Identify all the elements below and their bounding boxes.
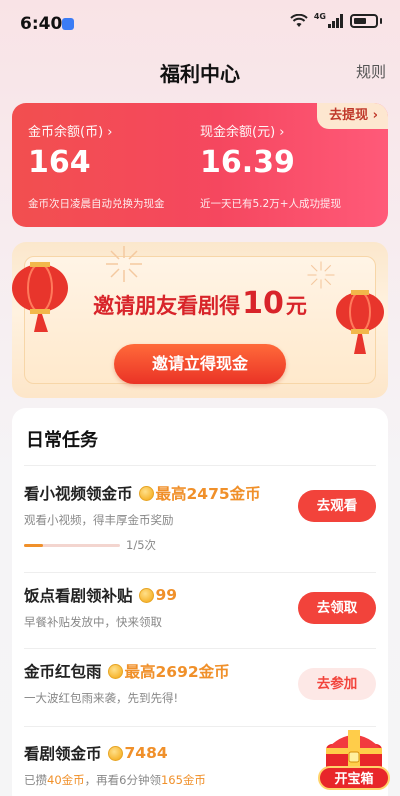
watch-button[interactable]: 去观看 [298, 490, 376, 522]
task-description-mid: ，再看6分钟领 [84, 773, 161, 787]
task-progress-text: 1/5次 [126, 538, 157, 552]
app-notification-icon [62, 18, 74, 30]
withdraw-button[interactable]: 去提现 › [317, 103, 388, 129]
firework-icon [106, 246, 142, 282]
coin-balance-label[interactable]: 金币余额(币) › [28, 121, 113, 140]
open-chest-button[interactable]: 开宝箱 [318, 766, 390, 790]
balance-card: 去提现 › 金币余额(币) › 164 金币次日凌晨自动兑换为现金 现金余额(元… [12, 103, 388, 227]
task-title-row: 金币红包雨 最高2692金币 [24, 660, 230, 682]
task-description: 观看小视频，得丰厚金币奖励 [24, 513, 174, 527]
claim-button[interactable]: 去领取 [298, 592, 376, 624]
battery-icon [350, 14, 378, 28]
task-title: 看剧领金币 [24, 745, 102, 763]
task-next-reward: 165金币 [160, 773, 206, 787]
task-description: 已攒40金币，再看6分钟领165金币 [24, 772, 206, 788]
task-title: 饭点看剧领补贴 [24, 587, 133, 605]
page-title: 福利中心 [160, 62, 240, 86]
chevron-right-icon: › [279, 125, 285, 140]
task-title-row: 饭点看剧领补贴 99 [24, 584, 177, 606]
chevron-right-icon: › [372, 108, 378, 123]
wifi-icon [290, 14, 308, 27]
signal-icon [328, 14, 343, 28]
task-reward: 最高2475金币 [155, 485, 261, 503]
task-description: 早餐补贴发放中，快来领取 [24, 615, 162, 629]
invite-headline-text: 邀请朋友看剧得 [93, 294, 241, 318]
status-time: 6:40 [20, 14, 63, 34]
task-title: 金币红包雨 [24, 663, 102, 681]
task-title-row: 看剧领金币 7484 [24, 742, 168, 764]
invite-headline-unit: 元 [285, 294, 307, 318]
invite-banner[interactable]: 邀请朋友看剧得10元 邀请立得现金 [12, 242, 388, 398]
daily-tasks-title: 日常任务 [26, 430, 98, 451]
task-reward: 99 [155, 586, 178, 604]
network-type: 4G [313, 11, 326, 21]
coin-balance-note: 金币次日凌晨自动兑换为现金 [28, 198, 165, 210]
task-reward: 最高2692金币 [124, 663, 230, 681]
task-reward: 7484 [124, 744, 168, 762]
coin-icon [107, 745, 123, 761]
coin-icon [138, 485, 154, 501]
cash-balance-value: 16.39 [200, 145, 295, 180]
coin-balance-label-text: 金币余额(币) [28, 125, 104, 140]
task-progress-bar [24, 544, 120, 547]
coin-balance-value: 164 [28, 145, 91, 180]
invite-headline: 邀请朋友看剧得10元 [12, 286, 388, 321]
coin-icon [107, 663, 123, 679]
task-description-prefix: 已攒 [24, 773, 47, 787]
chevron-right-icon: › [107, 125, 113, 140]
join-button[interactable]: 去参加 [298, 668, 376, 700]
task-description: 一大波红包雨来袭，先到先得! [24, 691, 179, 705]
cash-balance-note: 近一天已有5.2万+人成功提现 [200, 198, 341, 210]
task-progress-fill [24, 544, 44, 547]
rules-link[interactable]: 规则 [356, 61, 386, 82]
task-title-row: 看小视频领金币 最高2475金币 [24, 482, 261, 504]
cash-balance-label-text: 现金余额(元) [200, 125, 276, 140]
invite-headline-amount: 10 [242, 286, 284, 321]
task-item: 看小视频领金币 最高2475金币 观看小视频，得丰厚金币奖励 去观看 1/5次 [12, 466, 388, 572]
invite-cash-button[interactable]: 邀请立得现金 [114, 344, 286, 384]
task-saved-coins: 40金币 [47, 773, 85, 787]
status-indicators: 4G [290, 11, 382, 28]
task-title: 看小视频领金币 [24, 485, 133, 503]
battery-tip [380, 18, 382, 24]
withdraw-label: 去提现 [329, 108, 369, 123]
coin-icon [138, 587, 154, 603]
status-bar: 6:40 4G [0, 0, 400, 46]
cash-balance-label[interactable]: 现金余额(元) › [200, 121, 285, 140]
